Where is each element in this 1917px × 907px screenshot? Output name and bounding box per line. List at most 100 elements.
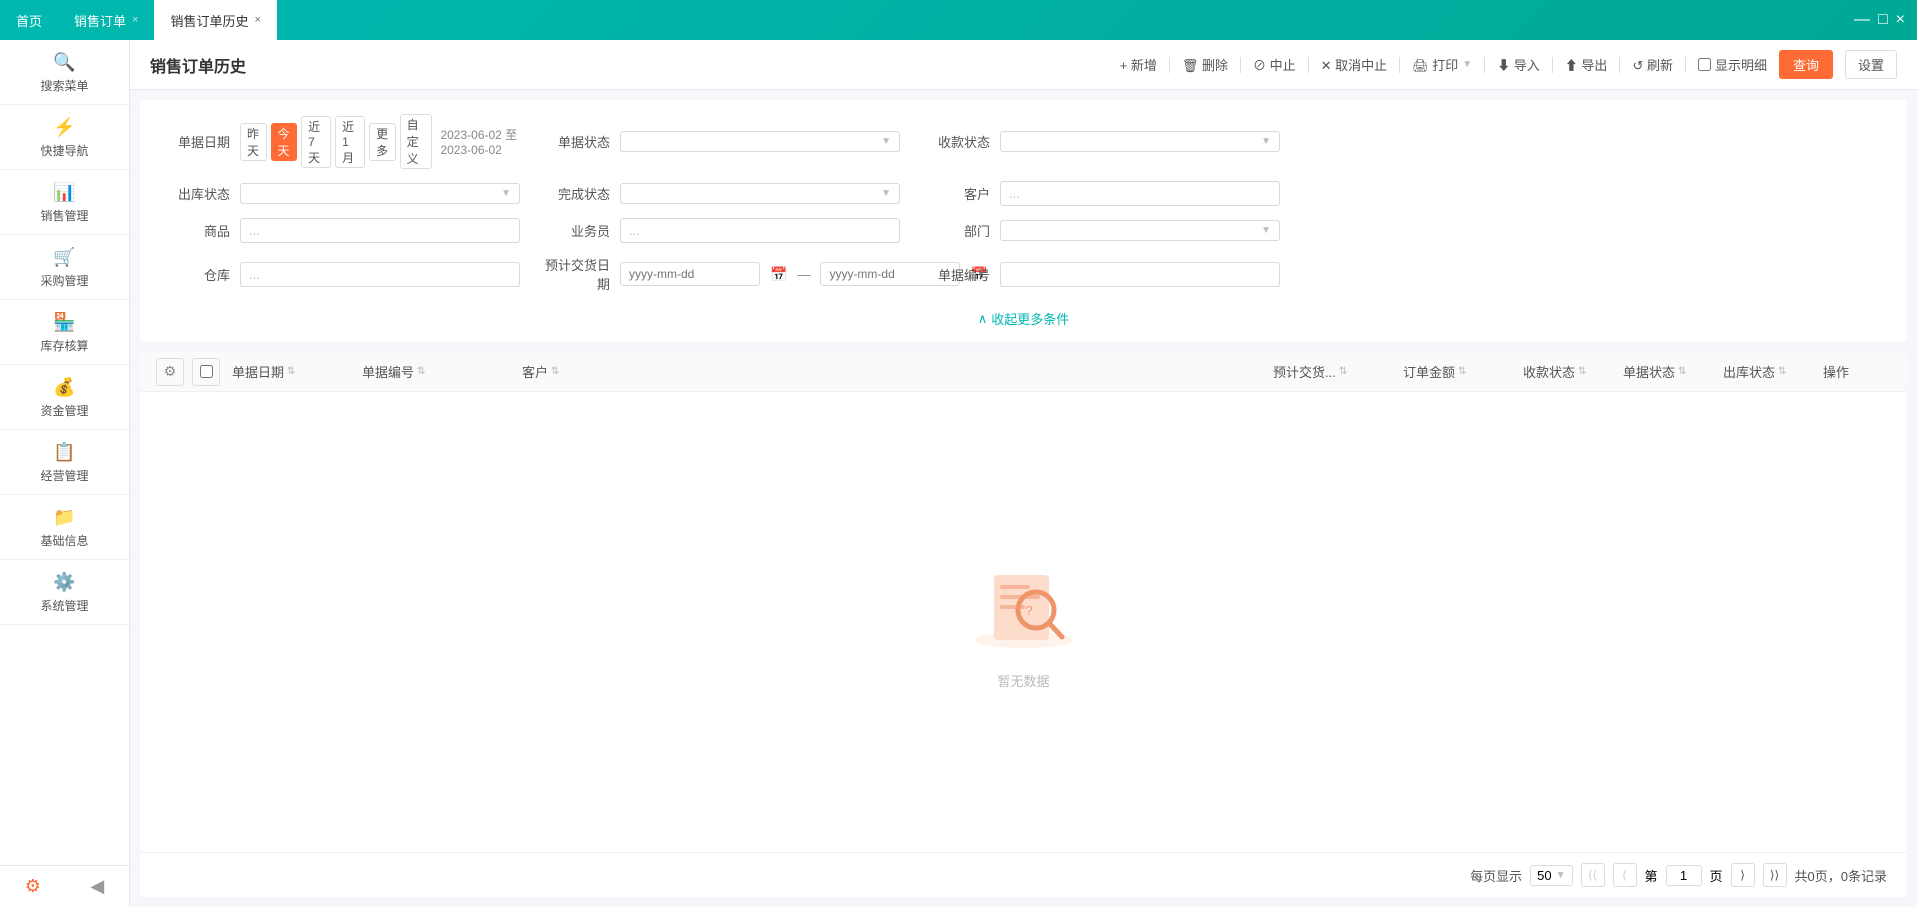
product-input[interactable]: ...: [240, 218, 520, 243]
th-outbound-sort-icon[interactable]: ⇅: [1778, 366, 1786, 377]
date-btn-yesterday[interactable]: 昨天: [240, 123, 267, 161]
close-sales-order-tab-icon[interactable]: ×: [132, 14, 138, 26]
outbound-status-label: 出库状态: [160, 184, 240, 203]
department-label: 部门: [920, 221, 1000, 240]
customer-input[interactable]: ...: [1000, 181, 1280, 206]
stop-button[interactable]: ⊘ 中止: [1253, 55, 1296, 74]
receipt-status-select[interactable]: ▼: [1000, 131, 1280, 152]
warehouse-section: 仓库 ...: [160, 262, 540, 287]
sidebar-label-finance: 资金管理: [40, 402, 88, 419]
date-btn-custom[interactable]: 自定义: [400, 114, 433, 169]
warehouse-input[interactable]: ...: [240, 262, 520, 287]
order-status-section: 单据状态 ▼: [540, 131, 920, 152]
th-receipt-status: 收款状态 ⇅: [1515, 352, 1615, 391]
date-btn-today[interactable]: 今天: [271, 123, 298, 161]
customer-label: 客户: [920, 184, 1000, 203]
th-number-sort-icon[interactable]: ⇅: [417, 366, 425, 377]
collapse-sidebar-icon[interactable]: ◀: [90, 876, 104, 897]
content-area: 销售订单历史 + 新增 🗑 删除 ⊘ 中止 ✕ 取消中止: [130, 40, 1917, 907]
minimize-icon[interactable]: —: [1854, 11, 1870, 29]
tab-sales-order[interactable]: 销售订单 ×: [58, 0, 154, 40]
salesperson-ellipsis: ...: [629, 223, 640, 238]
page-size-arrow-icon: ▼: [1556, 870, 1566, 881]
tab-home[interactable]: 首页: [0, 0, 58, 40]
th-amount-sort-icon[interactable]: ⇅: [1458, 366, 1466, 377]
th-delivery-sort-icon[interactable]: ⇅: [1339, 366, 1347, 377]
sidebar-item-quick-nav[interactable]: ⚡ 快捷导航: [0, 105, 129, 170]
th-number: 单据编号 ⇅: [354, 352, 514, 391]
settings-bottom-icon[interactable]: ⚙: [25, 876, 41, 897]
query-button[interactable]: 查询: [1779, 50, 1833, 79]
empty-state: ? 暂无数据: [140, 392, 1907, 852]
select-all-input[interactable]: [200, 365, 213, 378]
table-checkbox-header: [188, 358, 224, 386]
th-date: 单据日期 ⇅: [224, 352, 354, 391]
table-gear-cell: ⚙: [152, 358, 188, 386]
delivery-date-start[interactable]: [620, 262, 760, 286]
sidebar-label-base-info: 基础信息: [40, 532, 88, 549]
salesperson-input[interactable]: ...: [620, 218, 900, 243]
collapse-button[interactable]: ∧ 收起更多条件: [160, 305, 1887, 328]
sidebar-item-operations[interactable]: 📋 经营管理: [0, 430, 129, 495]
sidebar-item-search-menu[interactable]: 🔍 搜索菜单: [0, 40, 129, 105]
select-all-checkbox[interactable]: [192, 358, 220, 386]
th-date-sort-icon[interactable]: ⇅: [287, 366, 295, 377]
order-number-input[interactable]: [1000, 262, 1280, 287]
new-button[interactable]: + 新增: [1120, 55, 1157, 74]
import-button[interactable]: ⬇ 导入: [1497, 55, 1540, 74]
salesperson-section: 业务员 ...: [540, 218, 920, 243]
refresh-button[interactable]: ↺ 刷新: [1632, 55, 1673, 74]
sidebar-label-search-menu: 搜索菜单: [40, 77, 88, 94]
date-btn-1month[interactable]: 近1月: [335, 116, 365, 168]
print-button[interactable]: 🖨 打印 ▼: [1412, 55, 1472, 74]
toolbar-divider-5: [1484, 57, 1485, 73]
order-number-label: 单据编号: [920, 265, 1000, 284]
next-page-button[interactable]: ⟩: [1731, 863, 1755, 887]
completion-status-select[interactable]: ▼: [620, 183, 900, 204]
date-btn-more[interactable]: 更多: [369, 123, 396, 161]
date-btn-7days[interactable]: 近7天: [301, 116, 331, 168]
calendar-start-icon[interactable]: 📅: [770, 266, 787, 283]
close-history-tab-icon[interactable]: ×: [254, 14, 260, 26]
delete-button[interactable]: 🗑 删除: [1182, 55, 1228, 74]
page-size-select[interactable]: 50 ▼: [1530, 865, 1572, 886]
last-page-button[interactable]: ⟩⟩: [1763, 863, 1787, 887]
th-customer-sort-icon[interactable]: ⇅: [551, 366, 559, 377]
outbound-status-select[interactable]: ▼: [240, 183, 520, 204]
table-header: ⚙ 单据日期 ⇅ 单据编号 ⇅ 客户 ⇅: [140, 352, 1907, 392]
export-button[interactable]: ⬆ 导出: [1565, 55, 1608, 74]
toolbar: + 新增 🗑 删除 ⊘ 中止 ✕ 取消中止 🖨 打印 ▼: [1120, 50, 1897, 79]
page-number-input[interactable]: [1666, 865, 1702, 886]
order-status-select[interactable]: ▼: [620, 131, 900, 152]
sidebar-item-sales-mgmt[interactable]: 📊 销售管理: [0, 170, 129, 235]
maximize-icon[interactable]: □: [1878, 11, 1888, 29]
sidebar-item-purchase-mgmt[interactable]: 🛒 采购管理: [0, 235, 129, 300]
prev-page-button[interactable]: ⟨: [1613, 863, 1637, 887]
delivery-date-label: 预计交货日期: [540, 255, 620, 293]
th-order-sort-icon[interactable]: ⇅: [1678, 366, 1686, 377]
delivery-date-section: 预计交货日期 📅 — 📅: [540, 255, 920, 293]
inventory-icon: 🏪: [53, 312, 75, 333]
settings-button[interactable]: 设置: [1845, 50, 1897, 79]
filter-row-1: 单据日期 昨天 今天 近7天 近1月 更多 自定义 2023-06-02 至 2…: [160, 114, 1887, 169]
cancel-stop-button[interactable]: ✕ 取消中止: [1321, 55, 1388, 74]
customer-section: 客户 ...: [920, 181, 1887, 206]
base-info-icon: 📁: [53, 507, 75, 528]
date-range-text: 2023-06-02 至 2023-06-02: [440, 126, 540, 157]
close-window-icon[interactable]: ×: [1896, 11, 1905, 29]
department-select[interactable]: ▼: [1000, 220, 1280, 241]
sidebar-label-inventory: 库存核算: [40, 337, 88, 354]
salesperson-label: 业务员: [540, 221, 620, 240]
tab-sales-order-history[interactable]: 销售订单历史 ×: [154, 0, 276, 40]
sidebar-label-sys-mgmt: 系统管理: [40, 597, 88, 614]
th-receipt-sort-icon[interactable]: ⇅: [1578, 366, 1586, 377]
th-date-label: 单据日期: [232, 362, 284, 381]
sidebar-item-sys-mgmt[interactable]: ⚙️ 系统管理: [0, 560, 129, 625]
show-detail-checkbox[interactable]: [1698, 58, 1711, 71]
table-gear-button[interactable]: ⚙: [156, 358, 184, 386]
order-status-arrow-icon: ▼: [881, 136, 891, 147]
first-page-button[interactable]: ⟨⟨: [1581, 863, 1605, 887]
sidebar-item-inventory[interactable]: 🏪 库存核算: [0, 300, 129, 365]
sidebar-item-finance[interactable]: 💰 资金管理: [0, 365, 129, 430]
sidebar-item-base-info[interactable]: 📁 基础信息: [0, 495, 129, 560]
